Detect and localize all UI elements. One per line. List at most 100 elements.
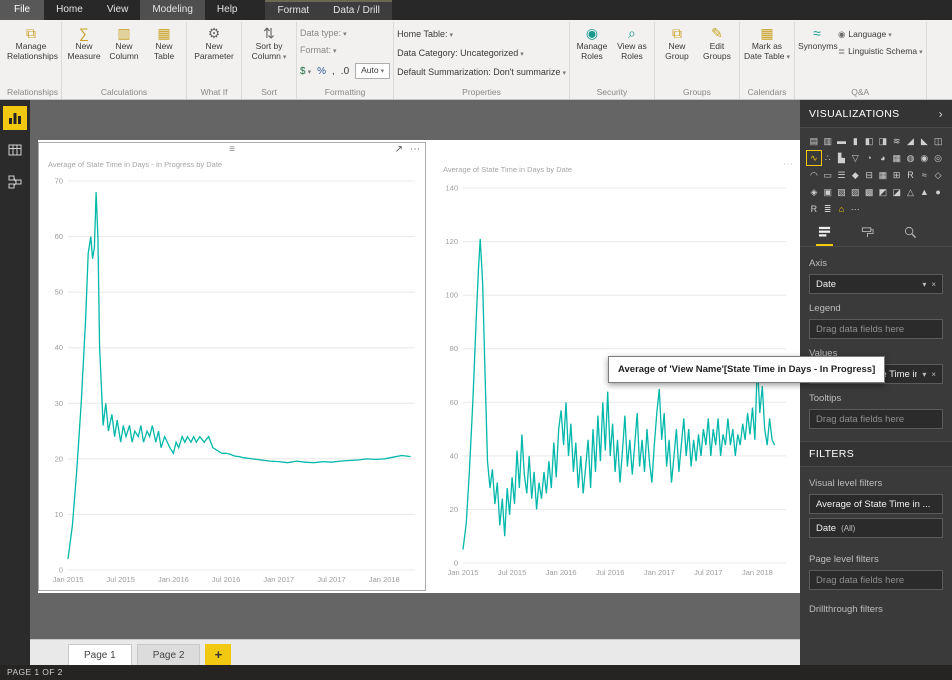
- line-chart-visual-in-progress[interactable]: ≡ ↗ ⋯ Average of State Time in Days - In…: [38, 142, 426, 591]
- map-icon[interactable]: ◍: [904, 151, 918, 165]
- report-view-button[interactable]: [3, 106, 27, 130]
- thousands-separator-button[interactable]: ,: [332, 66, 335, 77]
- data-category-dropdown[interactable]: Data Category: Uncategorized ▾: [397, 45, 524, 63]
- custom-visual-3-icon[interactable]: ▧: [835, 185, 849, 199]
- tab-data-drill[interactable]: Data / Drill: [321, 2, 392, 20]
- tab-format[interactable]: Format: [265, 2, 321, 20]
- r-script-icon[interactable]: R: [807, 202, 821, 216]
- clustered-column-chart-icon[interactable]: ▮: [848, 134, 862, 148]
- tooltips-drop-zone[interactable]: Drag data fields here: [809, 409, 943, 429]
- visual-more-options-icon[interactable]: ⋯: [410, 144, 420, 155]
- donut-chart-icon[interactable]: ◕: [876, 151, 890, 165]
- tab-file[interactable]: File: [0, 0, 45, 20]
- 100-stacked-bar-chart-icon[interactable]: ◧: [862, 134, 876, 148]
- key-influencers-icon[interactable]: ◇: [931, 168, 945, 182]
- model-view-button[interactable]: [3, 170, 27, 194]
- new-parameter-button[interactable]: ⚙ New Parameter: [190, 22, 238, 62]
- percent-format-button[interactable]: %: [317, 66, 326, 77]
- tab-home[interactable]: Home: [44, 0, 95, 20]
- visual-more-options-icon[interactable]: ⋯: [783, 159, 793, 170]
- shape-map-icon[interactable]: ◎: [931, 151, 945, 165]
- custom-visual-1-icon[interactable]: ◈: [807, 185, 821, 199]
- line-chart-icon[interactable]: ∿: [806, 150, 822, 166]
- 100-stacked-column-chart-icon[interactable]: ◨: [876, 134, 890, 148]
- page-filters-drop-zone[interactable]: Drag data fields here: [809, 570, 943, 590]
- field-caret-icon[interactable]: ▾: [922, 370, 926, 379]
- sort-by-column-button[interactable]: ⇅ Sort by Column ▾: [245, 22, 293, 62]
- data-view-button[interactable]: [3, 138, 27, 162]
- funnel-chart-icon[interactable]: ▽: [848, 151, 862, 165]
- new-measure-button[interactable]: ∑ New Measure: [65, 22, 103, 62]
- tab-fields[interactable]: [816, 221, 833, 246]
- stacked-column-chart-icon[interactable]: ▥: [821, 134, 835, 148]
- collapse-panel-icon[interactable]: ›: [939, 107, 943, 121]
- remove-field-icon[interactable]: ×: [931, 280, 936, 289]
- custom-visual-10-icon[interactable]: ●: [931, 185, 945, 199]
- custom-visual-4-icon[interactable]: ▨: [848, 185, 862, 199]
- synonyms-button[interactable]: ≈ Synonyms: [798, 22, 838, 52]
- ribbon-chart-icon[interactable]: ≋: [890, 134, 904, 148]
- tab-format[interactable]: [859, 222, 876, 245]
- language-dropdown[interactable]: ◉ Language ▾: [838, 28, 923, 42]
- currency-format-button[interactable]: $ ▾: [300, 66, 311, 77]
- custom-visual-9-icon[interactable]: ▲: [917, 185, 931, 199]
- custom-visual-5-icon[interactable]: ▩: [862, 185, 876, 199]
- custom-visual-2-icon[interactable]: ▣: [821, 185, 835, 199]
- page-tab-1[interactable]: Page 1: [68, 644, 132, 665]
- new-column-button[interactable]: ▥ New Column: [105, 22, 143, 62]
- decimal-places-button[interactable]: .0: [341, 66, 349, 77]
- visual-drag-handle-icon[interactable]: ≡: [229, 144, 235, 155]
- decimal-auto-dropdown[interactable]: Auto ▾: [355, 63, 391, 79]
- edit-groups-button[interactable]: ✎ Edit Groups: [698, 22, 736, 62]
- manage-relationships-button[interactable]: ⧉ Manage Relationships: [7, 22, 58, 62]
- tab-help[interactable]: Help: [205, 0, 250, 20]
- manage-roles-button[interactable]: ◉ Manage Roles: [573, 22, 611, 62]
- mark-as-date-table-button[interactable]: ▦ Mark as Date Table ▾: [743, 22, 791, 62]
- combo-chart-icon[interactable]: ◫: [931, 134, 945, 148]
- axis-field-date[interactable]: Date ▾ ×: [809, 274, 943, 294]
- area-chart-icon[interactable]: ◢: [904, 134, 918, 148]
- legend-drop-zone[interactable]: Drag data fields here: [809, 319, 943, 339]
- kpi-icon[interactable]: ◆: [848, 168, 862, 182]
- tab-modeling[interactable]: Modeling: [140, 0, 205, 20]
- stacked-bar-chart-icon[interactable]: ▤: [807, 134, 821, 148]
- custom-visual-6-icon[interactable]: ◩: [876, 185, 890, 199]
- more-visuals-icon[interactable]: ⋯: [848, 202, 862, 216]
- add-page-button[interactable]: +: [205, 644, 232, 665]
- stacked-area-chart-icon[interactable]: ◣: [917, 134, 931, 148]
- tab-analytics[interactable]: [902, 222, 919, 245]
- custom-visual-8-icon[interactable]: △: [904, 185, 918, 199]
- new-table-button[interactable]: ▦ New Table: [145, 22, 183, 62]
- filter-chip-date[interactable]: Date (All): [809, 518, 943, 538]
- table-icon[interactable]: ▦: [876, 168, 890, 182]
- filled-map-icon[interactable]: ◉: [917, 151, 931, 165]
- format-dropdown[interactable]: Format: ▾: [300, 43, 337, 59]
- data-type-dropdown[interactable]: Data type: ▾: [300, 26, 347, 42]
- r-visual-icon[interactable]: R: [904, 168, 918, 182]
- clustered-bar-chart-icon[interactable]: ▬: [835, 134, 849, 148]
- scatter-chart-icon[interactable]: ∴: [821, 151, 835, 165]
- multi-row-card-icon[interactable]: ☰: [835, 168, 849, 182]
- python-script-icon[interactable]: ≣: [821, 202, 835, 216]
- filter-chip-state-time[interactable]: Average of State Time in ...: [809, 494, 943, 514]
- remove-field-icon[interactable]: ×: [931, 370, 936, 379]
- python-visual-icon[interactable]: ≈: [917, 168, 931, 182]
- field-caret-icon[interactable]: ▾: [922, 280, 926, 289]
- focus-mode-icon[interactable]: ↗: [395, 144, 403, 155]
- waterfall-chart-icon[interactable]: ▙: [835, 151, 849, 165]
- custom-visual-7-icon[interactable]: ◪: [890, 185, 904, 199]
- treemap-icon[interactable]: ▦: [890, 151, 904, 165]
- home-table-dropdown[interactable]: Home Table: ▾: [397, 26, 453, 44]
- gauge-icon[interactable]: ◠: [807, 168, 821, 182]
- page-tab-2[interactable]: Page 2: [136, 644, 201, 665]
- tab-view[interactable]: View: [95, 0, 141, 20]
- default-summarization-dropdown[interactable]: Default Summarization: Don't summarize ▾: [397, 64, 566, 82]
- view-as-roles-button[interactable]: ⌕ View as Roles: [613, 22, 651, 62]
- card-icon[interactable]: ▭: [821, 168, 835, 182]
- slicer-icon[interactable]: ⊟: [862, 168, 876, 182]
- pie-chart-icon[interactable]: ◔: [862, 151, 876, 165]
- marketplace-icon[interactable]: ⌂: [835, 202, 849, 216]
- linguistic-schema-dropdown[interactable]: ≣ Linguistic Schema ▾: [838, 45, 923, 59]
- new-group-button[interactable]: ⧉ New Group: [658, 22, 696, 62]
- matrix-icon[interactable]: ⊞: [890, 168, 904, 182]
